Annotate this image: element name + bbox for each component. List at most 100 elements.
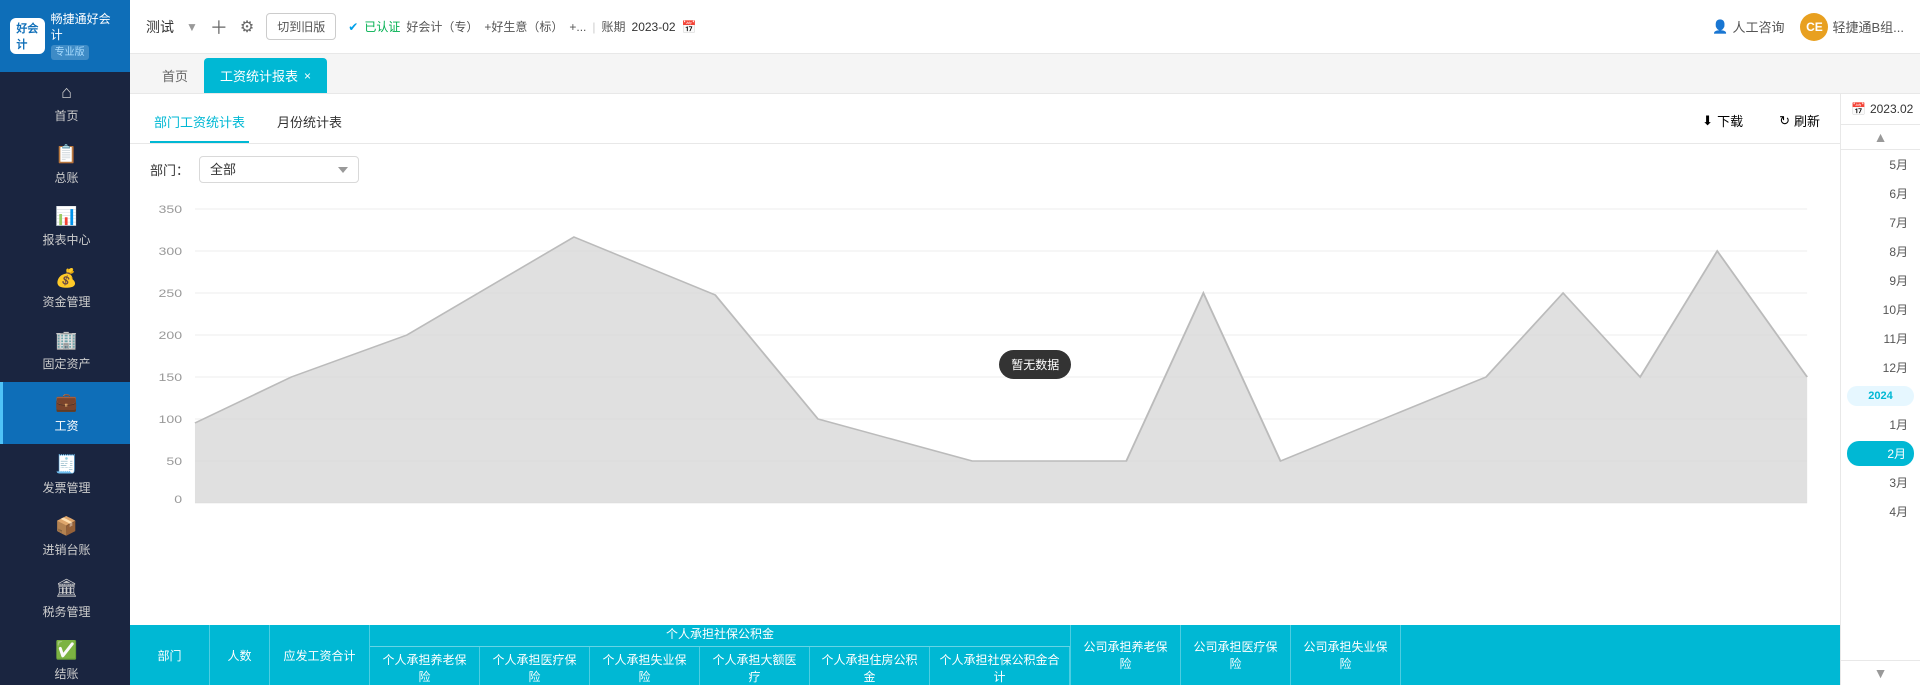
sidebar-item-固定资产[interactable]: 🏢 固定资产 (0, 320, 130, 382)
tab-home-label: 首页 (162, 66, 188, 85)
nav-icon: 💰 (55, 268, 77, 289)
help-button[interactable]: 👤 人工咨询 (1712, 17, 1784, 36)
help-icon: 👤 (1712, 19, 1728, 35)
scroll-down-button[interactable]: ▼ (1874, 665, 1888, 681)
nav-label: 结账 (54, 665, 78, 682)
tab-home[interactable]: 首页 (146, 58, 204, 93)
logo-icon: 好会计 (10, 18, 45, 54)
sidebar-item-工资[interactable]: 💼 工资 (0, 382, 130, 444)
year-2024-label: 2024 (1847, 386, 1914, 406)
right-date-panel: 📅 2023.02 ▲ 5月 6月 7月 8月 9月 10月 11月 12月 2… (1840, 94, 1920, 685)
month-item-6[interactable]: 6月 (1841, 179, 1920, 208)
svg-text:50: 50 (166, 455, 182, 467)
sidebar-nav: ⌂首页 📋 总账 📊报表中心 💰 资金管理 🏢 固定资产 💼 工资 🧾发票管理 📦 进销台账 🏛 税务管理 ✅… (0, 72, 130, 685)
table-header-row: 部门 人数 应发工资合计 个人承担社保公积金 个人承担养老保险 个人承担医疗保险… (130, 625, 1840, 685)
help-label: 人工咨询 (1732, 17, 1784, 36)
th-personal-unemployment: 个人承担失业保险 (590, 647, 700, 685)
sidebar-item-资金管理[interactable]: 💰 资金管理 (0, 258, 130, 320)
dropdown-arrow-icon[interactable]: ▼ (186, 20, 198, 34)
nav-label: 工资 (54, 417, 78, 434)
nav-icon: 🏢 (55, 330, 77, 351)
svg-text:350: 350 (159, 203, 183, 215)
refresh-label: 刷新 (1794, 111, 1820, 130)
sidebar-item-发票管理[interactable]: 🧾发票管理 (0, 444, 130, 506)
month-item-3[interactable]: 3月 (1841, 468, 1920, 497)
month-item-8[interactable]: 8月 (1841, 237, 1920, 266)
th-dept: 部门 (130, 625, 210, 685)
company-name: 测试 (146, 17, 174, 37)
nav-label: 资金管理 (42, 293, 90, 310)
th-personal-housing-fund: 个人承担住房公积金 (810, 647, 930, 685)
month-item-10[interactable]: 10月 (1841, 295, 1920, 324)
nav-icon: 📊 (55, 206, 77, 227)
nav-label: 总账 (54, 169, 78, 186)
month-item-1[interactable]: 1月 (1841, 410, 1920, 439)
sidebar-item-结账[interactable]: ✅ 结账 (0, 630, 130, 685)
sub-tab-monthly[interactable]: 月份统计表 (273, 106, 346, 143)
month-item-12[interactable]: 12月 (1841, 353, 1920, 382)
month-list: 5月 6月 7月 8月 9月 10月 11月 12月 2024 1月 2月 3月… (1841, 150, 1920, 660)
prev-year-button[interactable]: ▲ (1874, 129, 1888, 145)
th-group-cols: 个人承担养老保险 个人承担医疗保险 个人承担失业保险 个人承担大额医疗 个人承担… (370, 647, 1070, 685)
service2: +... (569, 20, 586, 34)
tab-close-icon[interactable]: × (304, 69, 311, 83)
svg-text:100: 100 (159, 413, 183, 425)
username-label: 轻捷通B组... (1832, 17, 1904, 36)
calendar-icon[interactable]: 📅 (682, 20, 697, 34)
dept-select[interactable]: 全部 财务部 人事部 销售部 技术部 (199, 156, 359, 183)
month-item-7[interactable]: 7月 (1841, 208, 1920, 237)
tab-bar: 首页 工资统计报表 × (130, 54, 1920, 94)
nav-label: 首页 (54, 107, 78, 124)
nav-label: 进销台账 (42, 541, 90, 558)
sidebar-item-总账[interactable]: 📋 总账 (0, 134, 130, 196)
add-button[interactable]: ＋ (210, 14, 228, 40)
refresh-icon: ↻ (1779, 113, 1790, 129)
accounting-type: 好会计（专） (406, 18, 478, 35)
nav-icon: 🏛 (55, 578, 78, 599)
chart-area: 350 300 250 200 150 100 50 0 (130, 195, 1840, 625)
page-content: 部门工资统计表 月份统计表 ⬇ 下载 ↻ 刷新 部门： 全部 (130, 94, 1920, 685)
bottom-table-header: 部门 人数 应发工资合计 个人承担社保公积金 个人承担养老保险 个人承担医疗保险… (130, 625, 1840, 685)
dept-label: 部门： (150, 160, 189, 179)
th-total-salary: 应发工资合计 (270, 625, 370, 685)
switch-old-version-button[interactable]: 切到旧版 (266, 13, 336, 40)
sidebar-item-报表中心[interactable]: 📊报表中心 (0, 196, 130, 258)
th-count: 人数 (210, 625, 270, 685)
tab-salary-report[interactable]: 工资统计报表 × (204, 58, 327, 93)
period-value: 2023-02 (632, 20, 676, 34)
main-area: 测试 ▼ ＋ ⚙ 切到旧版 ✔ 已认证 好会计（专） +好生意（标） +... … (130, 0, 1920, 685)
topbar-status: ✔ 已认证 好会计（专） +好生意（标） +... | 账期 2023-02 📅 (348, 18, 1700, 35)
user-menu[interactable]: CE 轻捷通B组... (1800, 13, 1904, 41)
chart-tooltip: 暂无数据 (999, 350, 1071, 379)
month-item-11[interactable]: 11月 (1841, 324, 1920, 353)
sub-tabs: 部门工资统计表 月份统计表 ⬇ 下载 ↻ 刷新 (130, 94, 1840, 144)
chart-toolbar: 部门： 全部 财务部 人事部 销售部 技术部 (130, 144, 1840, 195)
nav-label: 发票管理 (42, 479, 90, 496)
month-item-9[interactable]: 9月 (1841, 266, 1920, 295)
sub-tab-dept[interactable]: 部门工资统计表 (150, 106, 249, 143)
sidebar: 好会计 畅捷通好会计 专业版 ⌂首页📋总账📊报表中心💰资金管理🏢固定资产💼工资🧾… (0, 0, 130, 685)
month-item-5[interactable]: 5月 (1841, 150, 1920, 179)
svg-text:0: 0 (174, 493, 182, 505)
sidebar-item-首页[interactable]: ⌂首页 (0, 72, 130, 134)
th-company-unemployment: 公司承担失业保险 (1291, 625, 1401, 685)
calendar-small-icon: 📅 (1851, 102, 1866, 116)
svg-text:150: 150 (159, 371, 183, 383)
nav-icon: 💼 (55, 392, 77, 413)
nav-icon: 📦 (55, 516, 77, 537)
sidebar-item-进销台账[interactable]: 📦 进销台账 (0, 506, 130, 568)
content-main: 部门工资统计表 月份统计表 ⬇ 下载 ↻ 刷新 部门： 全部 (130, 94, 1840, 685)
month-item-4[interactable]: 4月 (1841, 497, 1920, 526)
download-button[interactable]: ⬇ 下载 (1702, 111, 1743, 130)
refresh-button[interactable]: ↻ 刷新 (1779, 111, 1820, 130)
nav-label: 税务管理 (42, 603, 90, 620)
settings-icon[interactable]: ⚙ (240, 17, 254, 37)
sidebar-item-税务管理[interactable]: 🏛 税务管理 (0, 568, 130, 630)
period-label: 账期 (602, 18, 626, 35)
nav-label: 固定资产 (42, 355, 90, 372)
svg-text:250: 250 (159, 287, 183, 299)
nav-icon: ✅ (55, 640, 77, 661)
nav-icon: 📋 (55, 144, 77, 165)
month-item-2-active[interactable]: 2月 (1847, 441, 1914, 466)
topbar: 测试 ▼ ＋ ⚙ 切到旧版 ✔ 已认证 好会计（专） +好生意（标） +... … (130, 0, 1920, 54)
